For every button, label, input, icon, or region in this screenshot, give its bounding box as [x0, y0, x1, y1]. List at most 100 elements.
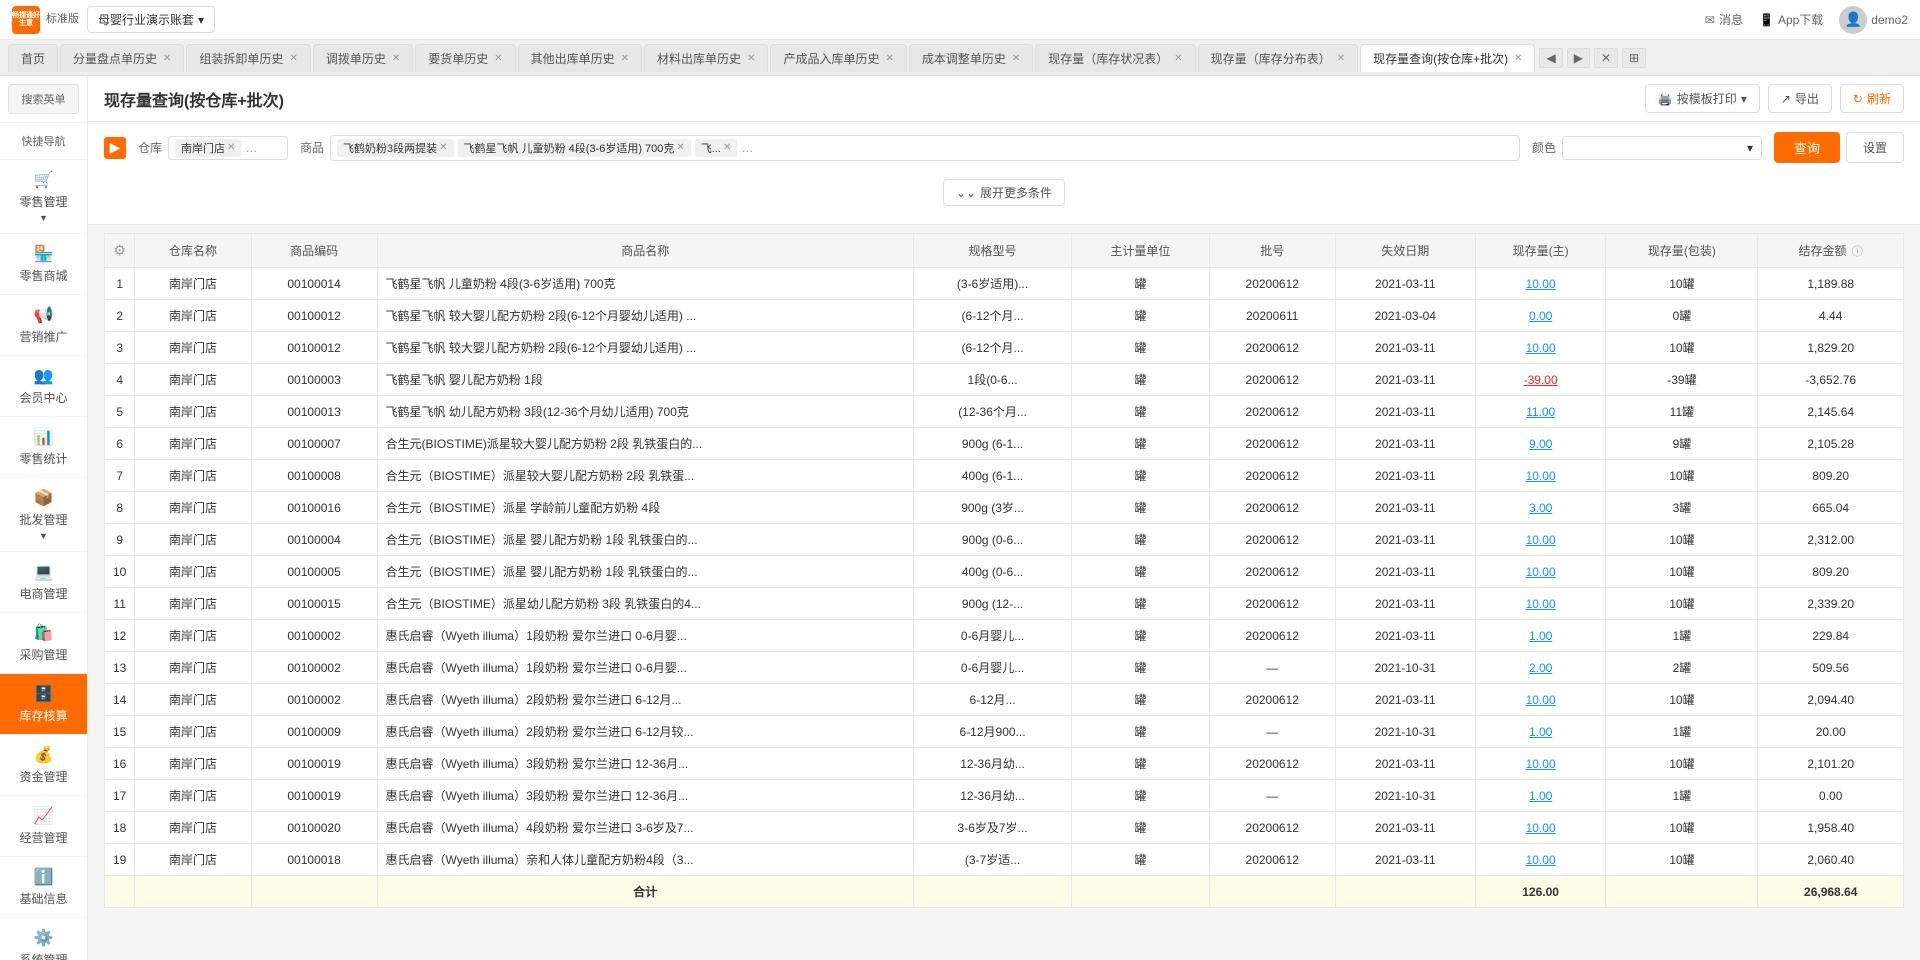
sidebar-item-system[interactable]: ⚙️ 系统管理: [0, 918, 87, 960]
warehouse-filter-more[interactable]: …: [245, 141, 257, 155]
cell-unit: 罐: [1072, 684, 1210, 716]
product-tag-container[interactable]: 飞鹤奶粉3段两提装 ✕ 飞鹤星飞帆 儿童奶粉 4段(3-6岁适用) 700克 ✕…: [330, 135, 1520, 161]
export-btn[interactable]: ↗ 导出: [1768, 84, 1832, 113]
sidebar-item-retail-stats[interactable]: 📊 零售统计: [0, 417, 87, 478]
sidebar-item-marketing[interactable]: 📢 营销推广: [0, 295, 87, 356]
search-menu-btn[interactable]: 搜索英单: [8, 84, 79, 114]
tab-disassemble-close[interactable]: ✕: [289, 53, 297, 64]
cell-expire: 2021-03-11: [1335, 812, 1475, 844]
wholesale-arrow-icon: ▼: [39, 531, 48, 541]
tab-product-in-label: 产成品入库单历史: [783, 50, 879, 67]
cell-spec: 900g (3岁...: [914, 492, 1072, 524]
sidebar-item-member[interactable]: 👥 会员中心: [0, 356, 87, 417]
cell-balance: 1,189.88: [1758, 268, 1904, 300]
tab-requisition-close[interactable]: ✕: [494, 53, 502, 64]
tab-cost-adjust[interactable]: 成本调整单历史 ✕: [909, 44, 1033, 72]
user-area[interactable]: 👤 demo2: [1839, 6, 1908, 34]
tab-cost-adjust-close[interactable]: ✕: [1012, 53, 1020, 64]
sidebar-item-retail[interactable]: 🛒 零售管理 ▼: [0, 160, 87, 234]
cell-balance: 2,312.00: [1758, 524, 1904, 556]
query-btn[interactable]: 查询: [1774, 132, 1840, 163]
product-tag-3-close[interactable]: ✕: [723, 142, 731, 153]
tab-cost-adjust-label: 成本调整单历史: [922, 50, 1006, 67]
sidebar-item-ecommerce[interactable]: 💻 电商管理: [0, 552, 87, 613]
tab-product-in[interactable]: 产成品入库单历史 ✕: [770, 44, 906, 72]
top-bar-left: 畅捷通好生意 标准版 母婴行业演示账套 ▾: [12, 6, 215, 34]
warehouse-tag-nanao[interactable]: 南岸门店 ✕: [175, 139, 241, 157]
table-row: 2 南岸门店 00100012 飞鹤星飞帆 较大婴儿配方奶粉 2段(6-12个月…: [105, 300, 1904, 332]
app-download-btn[interactable]: 📱 App下载: [1759, 11, 1823, 28]
sidebar-item-retail-store[interactable]: 🏪 零售商城: [0, 234, 87, 295]
sidebar-item-basic-info[interactable]: ℹ️ 基础信息: [0, 857, 87, 918]
tab-inventory-status[interactable]: 现存量（库存状况表） ✕: [1035, 44, 1195, 72]
quick-nav-btn[interactable]: 快捷导航: [0, 127, 87, 155]
cell-warehouse: 南岸门店: [135, 524, 251, 556]
expand-conditions-btn[interactable]: ⌄⌄ 展开更多条件: [943, 179, 1065, 206]
sidebar-operations-label: 经营管理: [19, 829, 67, 846]
cell-spec: 0-6月婴儿...: [914, 620, 1072, 652]
workspace-dropdown-icon: ▾: [198, 13, 204, 27]
tab-active[interactable]: 现存量查询(按仓库+批次) ✕: [1360, 44, 1535, 72]
refresh-label: 刷新: [1867, 90, 1891, 107]
product-tag-1[interactable]: 飞鹤奶粉3段两提装 ✕: [337, 139, 454, 157]
table-container: ⚙ 仓库名称 商品编码 商品名称 规格型号 主计量单位 批号 失效日期 现存量(…: [88, 225, 1920, 960]
tab-home[interactable]: 首页: [8, 44, 58, 72]
tab-product-in-close[interactable]: ✕: [885, 53, 893, 64]
settings-btn[interactable]: 设置: [1846, 132, 1904, 163]
cell-spec: (3-7岁适...: [914, 844, 1072, 876]
sidebar-item-wholesale[interactable]: 📦 批发管理 ▼: [0, 478, 87, 552]
product-tag-1-close[interactable]: ✕: [439, 142, 447, 153]
print-btn[interactable]: 🖨️ 按模板打印 ▾: [1645, 84, 1760, 113]
tab-disassemble[interactable]: 组装拆卸单历史 ✕: [186, 44, 310, 72]
column-settings-icon[interactable]: ⚙: [113, 242, 126, 258]
tab-split-disk[interactable]: 分量盘点单历史 ✕: [60, 44, 184, 72]
refresh-btn[interactable]: ↻ 刷新: [1840, 84, 1904, 113]
sidebar-inventory-label: 库存核算: [19, 707, 67, 724]
cell-no: 15: [105, 716, 135, 748]
tab-other-out-close[interactable]: ✕: [621, 53, 629, 64]
tab-material-out[interactable]: 材料出库单历史 ✕: [644, 44, 768, 72]
tab-mix-close[interactable]: ✕: [392, 53, 400, 64]
color-dropdown[interactable]: ▾: [1562, 136, 1762, 160]
cell-code: 00100002: [251, 652, 377, 684]
cell-unit: 罐: [1072, 268, 1210, 300]
tab-close-all-btn[interactable]: ✕: [1594, 48, 1618, 68]
sidebar-item-inventory[interactable]: 🗄️ 库存核算: [0, 674, 87, 735]
cell-balance: 1,958.40: [1758, 812, 1904, 844]
cell-balance: 2,101.20: [1758, 748, 1904, 780]
tab-material-out-close[interactable]: ✕: [747, 53, 755, 64]
tab-menu-btn[interactable]: ⊞: [1622, 48, 1646, 68]
cell-qty-main: 1.00: [1475, 620, 1606, 652]
sidebar-retail-stats-label: 零售统计: [19, 450, 67, 467]
cell-name: 飞鹤星飞帆 婴儿配方奶粉 1段: [377, 364, 914, 396]
tab-inventory-distribution[interactable]: 现存量（库存分布表） ✕: [1198, 44, 1358, 72]
tab-inventory-status-close[interactable]: ✕: [1174, 53, 1182, 64]
footer-empty-3: [251, 876, 377, 908]
top-bar-right: ✉ 消息 📱 App下载 👤 demo2: [1705, 6, 1908, 34]
tab-mix[interactable]: 调拨单历史 ✕: [313, 44, 413, 72]
sidebar-item-purchase[interactable]: 🛍️ 采购管理: [0, 613, 87, 674]
product-filter-more[interactable]: …: [741, 141, 753, 155]
cell-balance: 1,829.20: [1758, 332, 1904, 364]
sidebar-item-finance[interactable]: 💰 资金管理: [0, 735, 87, 796]
tab-active-close[interactable]: ✕: [1514, 53, 1522, 64]
tab-prev-btn[interactable]: ◀: [1539, 48, 1562, 68]
message-icon: ✉: [1705, 13, 1715, 27]
filter-expand-btn[interactable]: ▶: [104, 137, 126, 159]
tab-split-disk-close[interactable]: ✕: [163, 53, 171, 64]
product-tag-3[interactable]: 飞... ✕: [695, 139, 738, 157]
warehouse-tag-container[interactable]: 南岸门店 ✕ …: [168, 136, 288, 160]
workspace-selector[interactable]: 母婴行业演示账套 ▾: [87, 6, 215, 33]
tab-inventory-distribution-close[interactable]: ✕: [1337, 53, 1345, 64]
balance-info-icon[interactable]: ⓘ: [1852, 246, 1863, 258]
messages-btn[interactable]: ✉ 消息: [1705, 11, 1743, 28]
tab-next-btn[interactable]: ▶: [1567, 48, 1590, 68]
warehouse-tag-close[interactable]: ✕: [227, 142, 235, 153]
product-tag-2[interactable]: 飞鹤星飞帆 儿童奶粉 4段(3-6岁适用) 700克 ✕: [458, 139, 691, 157]
tab-requisition[interactable]: 要货单历史 ✕: [415, 44, 515, 72]
cell-expire: 2021-03-11: [1335, 588, 1475, 620]
tab-other-out[interactable]: 其他出库单历史 ✕: [518, 44, 642, 72]
sidebar-item-operations[interactable]: 📈 经营管理: [0, 796, 87, 857]
product-tag-2-close[interactable]: ✕: [676, 142, 684, 153]
th-balance: 结存金额 ⓘ: [1758, 234, 1904, 268]
